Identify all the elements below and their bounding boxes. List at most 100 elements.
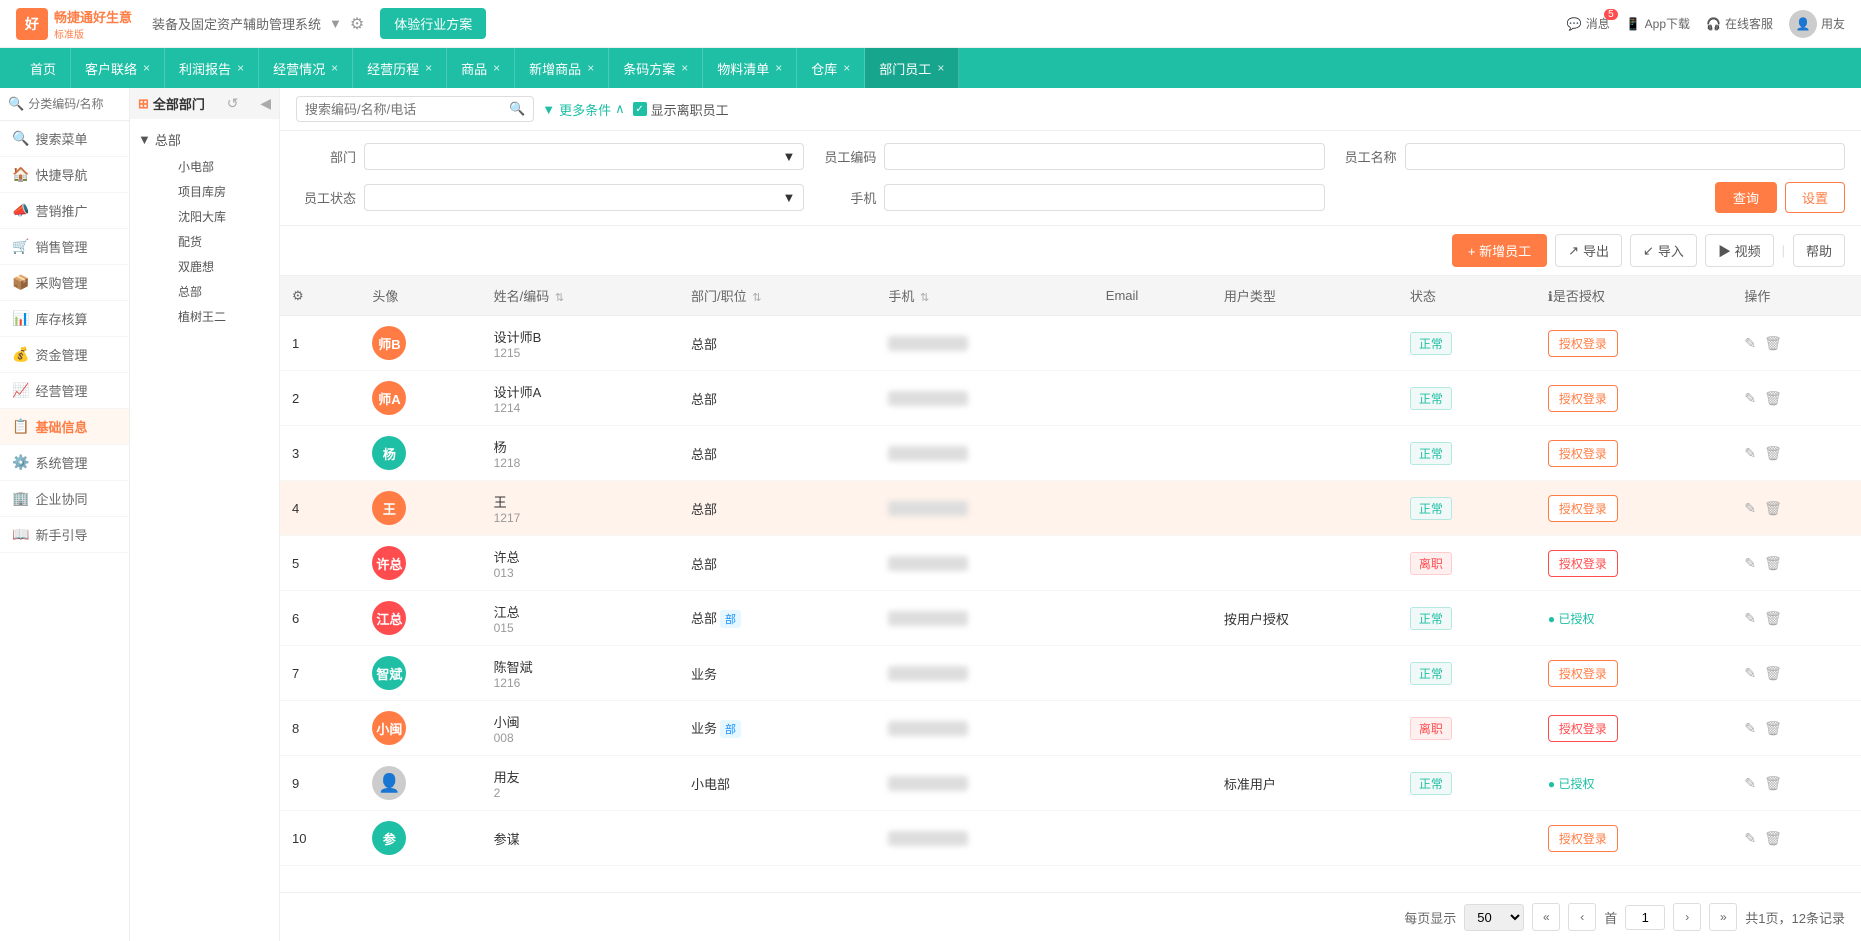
sidebar-search[interactable]: 🔍 <box>0 88 129 121</box>
nav-tab-home[interactable]: 首页 <box>16 48 71 88</box>
next-page-btn[interactable]: › <box>1673 903 1701 931</box>
import-button[interactable]: ↙ 导入 <box>1630 234 1697 267</box>
help-button[interactable]: 帮助 <box>1793 234 1845 267</box>
nav-tab-econ_status[interactable]: 经营情况× <box>259 48 353 88</box>
delete-icon[interactable]: 🗑 <box>1764 445 1782 462</box>
try-btn[interactable]: 体验行业方案 <box>380 8 486 39</box>
sidebar-search-input[interactable] <box>28 97 121 111</box>
nav-tab-customer[interactable]: 客户联络× <box>71 48 165 88</box>
dept-tree-item-headquarters[interactable]: ▼ 总部 <box>130 125 279 154</box>
edit-icon[interactable]: ✎ <box>1744 775 1756 792</box>
dept-item-双鹿想[interactable]: 双鹿想 <box>154 254 279 279</box>
dept-item-项目库房[interactable]: 项目库房 <box>154 179 279 204</box>
edit-icon[interactable]: ✎ <box>1744 665 1756 682</box>
nav-tab-new_goods[interactable]: 新增商品× <box>515 48 609 88</box>
sort-dept-icon[interactable]: ⇅ <box>752 292 761 304</box>
edit-icon[interactable]: ✎ <box>1744 720 1756 737</box>
sidebar-item-system[interactable]: ⚙️系统管理 <box>0 445 129 481</box>
search-icon[interactable]: 🔍 <box>509 101 525 117</box>
authorize-button[interactable]: 授权登录 <box>1548 825 1618 852</box>
mobile-input[interactable] <box>884 184 1324 211</box>
sidebar-item-basic_info[interactable]: 📋基础信息 <box>0 409 129 445</box>
delete-icon[interactable]: 🗑 <box>1764 665 1782 682</box>
show-resigned-toggle[interactable]: ✓ 显示离职员工 <box>633 100 729 119</box>
close-tab-profit_report-icon[interactable]: × <box>237 61 244 75</box>
delete-icon[interactable]: 🗑 <box>1764 500 1782 517</box>
sidebar-item-shortcut[interactable]: 🏠快捷导航 <box>0 157 129 193</box>
refresh-icon[interactable]: ↺ <box>227 95 239 112</box>
close-tab-warehouse-icon[interactable]: × <box>843 61 850 75</box>
close-tab-new_goods-icon[interactable]: × <box>587 61 594 75</box>
view-button[interactable]: ▶ 视频 <box>1705 234 1774 267</box>
page-number-input[interactable] <box>1625 905 1665 930</box>
edit-icon[interactable]: ✎ <box>1744 610 1756 627</box>
edit-icon[interactable]: ✎ <box>1744 500 1756 517</box>
edit-icon[interactable]: ✎ <box>1744 445 1756 462</box>
dept-item-沈阳大库[interactable]: 沈阳大库 <box>154 204 279 229</box>
nav-tab-econ_history[interactable]: 经营历程× <box>353 48 447 88</box>
col-settings-icon[interactable]: ⚙ <box>292 288 304 303</box>
dept-filter-select[interactable]: ▼ <box>364 143 804 170</box>
nav-tab-warehouse[interactable]: 仓库× <box>797 48 865 88</box>
authorize-button[interactable]: 授权登录 <box>1548 715 1618 742</box>
search-input[interactable] <box>305 102 505 117</box>
app-download-btn[interactable]: 📱 App下载 <box>1626 15 1690 32</box>
authorize-button[interactable]: 授权登录 <box>1548 440 1618 467</box>
export-button[interactable]: ↗ 导出 <box>1555 234 1622 267</box>
delete-icon[interactable]: 🗑 <box>1764 335 1782 352</box>
authorize-button[interactable]: 授权登录 <box>1548 660 1618 687</box>
sidebar-item-guide[interactable]: 📖新手引导 <box>0 517 129 553</box>
sidebar-item-inventory[interactable]: 📊库存核算 <box>0 301 129 337</box>
first-page-btn[interactable]: « <box>1532 903 1560 931</box>
delete-icon[interactable]: 🗑 <box>1764 610 1782 627</box>
close-tab-goods-icon[interactable]: × <box>493 61 500 75</box>
last-page-btn[interactable]: » <box>1709 903 1737 931</box>
sidebar-item-search[interactable]: 🔍搜索菜单 <box>0 121 129 157</box>
sidebar-item-sales[interactable]: 🛒销售管理 <box>0 229 129 265</box>
user-btn[interactable]: 👤 用友 <box>1789 10 1845 38</box>
per-page-select[interactable]: 50 100 <box>1464 904 1524 931</box>
prev-page-btn[interactable]: ‹ <box>1568 903 1596 931</box>
sidebar-item-marketing[interactable]: 📣营销推广 <box>0 193 129 229</box>
delete-icon[interactable]: 🗑 <box>1764 390 1782 407</box>
nav-tab-goods[interactable]: 商品× <box>447 48 515 88</box>
delete-icon[interactable]: 🗑 <box>1764 775 1782 792</box>
close-tab-dept_staff-icon[interactable]: × <box>937 61 944 75</box>
th-settings[interactable]: ⚙ <box>280 276 360 316</box>
sidebar-item-enterprise[interactable]: 🏢企业协同 <box>0 481 129 517</box>
authorize-button[interactable]: 授权登录 <box>1548 495 1618 522</box>
sidebar-item-purchase[interactable]: 📦采购管理 <box>0 265 129 301</box>
emp-status-select[interactable]: ▼ <box>364 184 804 211</box>
more-conditions-btn[interactable]: ▼ 更多条件 ∧ <box>542 100 624 119</box>
dept-item-总部[interactable]: 总部 <box>154 279 279 304</box>
nav-tab-dept_staff[interactable]: 部门员工× <box>865 48 959 88</box>
sidebar-item-operations[interactable]: 📈经营管理 <box>0 373 129 409</box>
authorize-button[interactable]: 授权登录 <box>1548 385 1618 412</box>
nav-tab-material[interactable]: 物料清单× <box>703 48 797 88</box>
delete-icon[interactable]: 🗑 <box>1764 830 1782 847</box>
dept-item-配货[interactable]: 配货 <box>154 229 279 254</box>
settings-icon[interactable]: ⚙ <box>350 14 364 34</box>
chevron-down-icon[interactable]: ▼ <box>329 16 342 31</box>
delete-icon[interactable]: 🗑 <box>1764 720 1782 737</box>
online-service-btn[interactable]: 🎧 在线客服 <box>1706 15 1773 32</box>
nav-tab-barcode[interactable]: 条码方案× <box>609 48 703 88</box>
close-tab-customer-icon[interactable]: × <box>143 61 150 75</box>
delete-icon[interactable]: 🗑 <box>1764 555 1782 572</box>
nav-tab-profit_report[interactable]: 利润报告× <box>165 48 259 88</box>
message-btn[interactable]: 💬 消息 5 <box>1567 15 1610 32</box>
emp-code-input[interactable] <box>884 143 1324 170</box>
emp-name-input[interactable] <box>1405 143 1845 170</box>
authorize-button[interactable]: 授权登录 <box>1548 550 1618 577</box>
add-employee-button[interactable]: + 新增员工 <box>1452 234 1547 267</box>
edit-icon[interactable]: ✎ <box>1744 335 1756 352</box>
collapse-icon[interactable]: ◀ <box>260 95 271 112</box>
edit-icon[interactable]: ✎ <box>1744 390 1756 407</box>
edit-icon[interactable]: ✎ <box>1744 830 1756 847</box>
dept-item-小电部[interactable]: 小电部 <box>154 154 279 179</box>
query-button[interactable]: 查询 <box>1715 182 1777 213</box>
close-tab-econ_history-icon[interactable]: × <box>425 61 432 75</box>
close-tab-econ_status-icon[interactable]: × <box>331 61 338 75</box>
sort-mobile-icon[interactable]: ⇅ <box>920 292 929 304</box>
close-tab-material-icon[interactable]: × <box>775 61 782 75</box>
